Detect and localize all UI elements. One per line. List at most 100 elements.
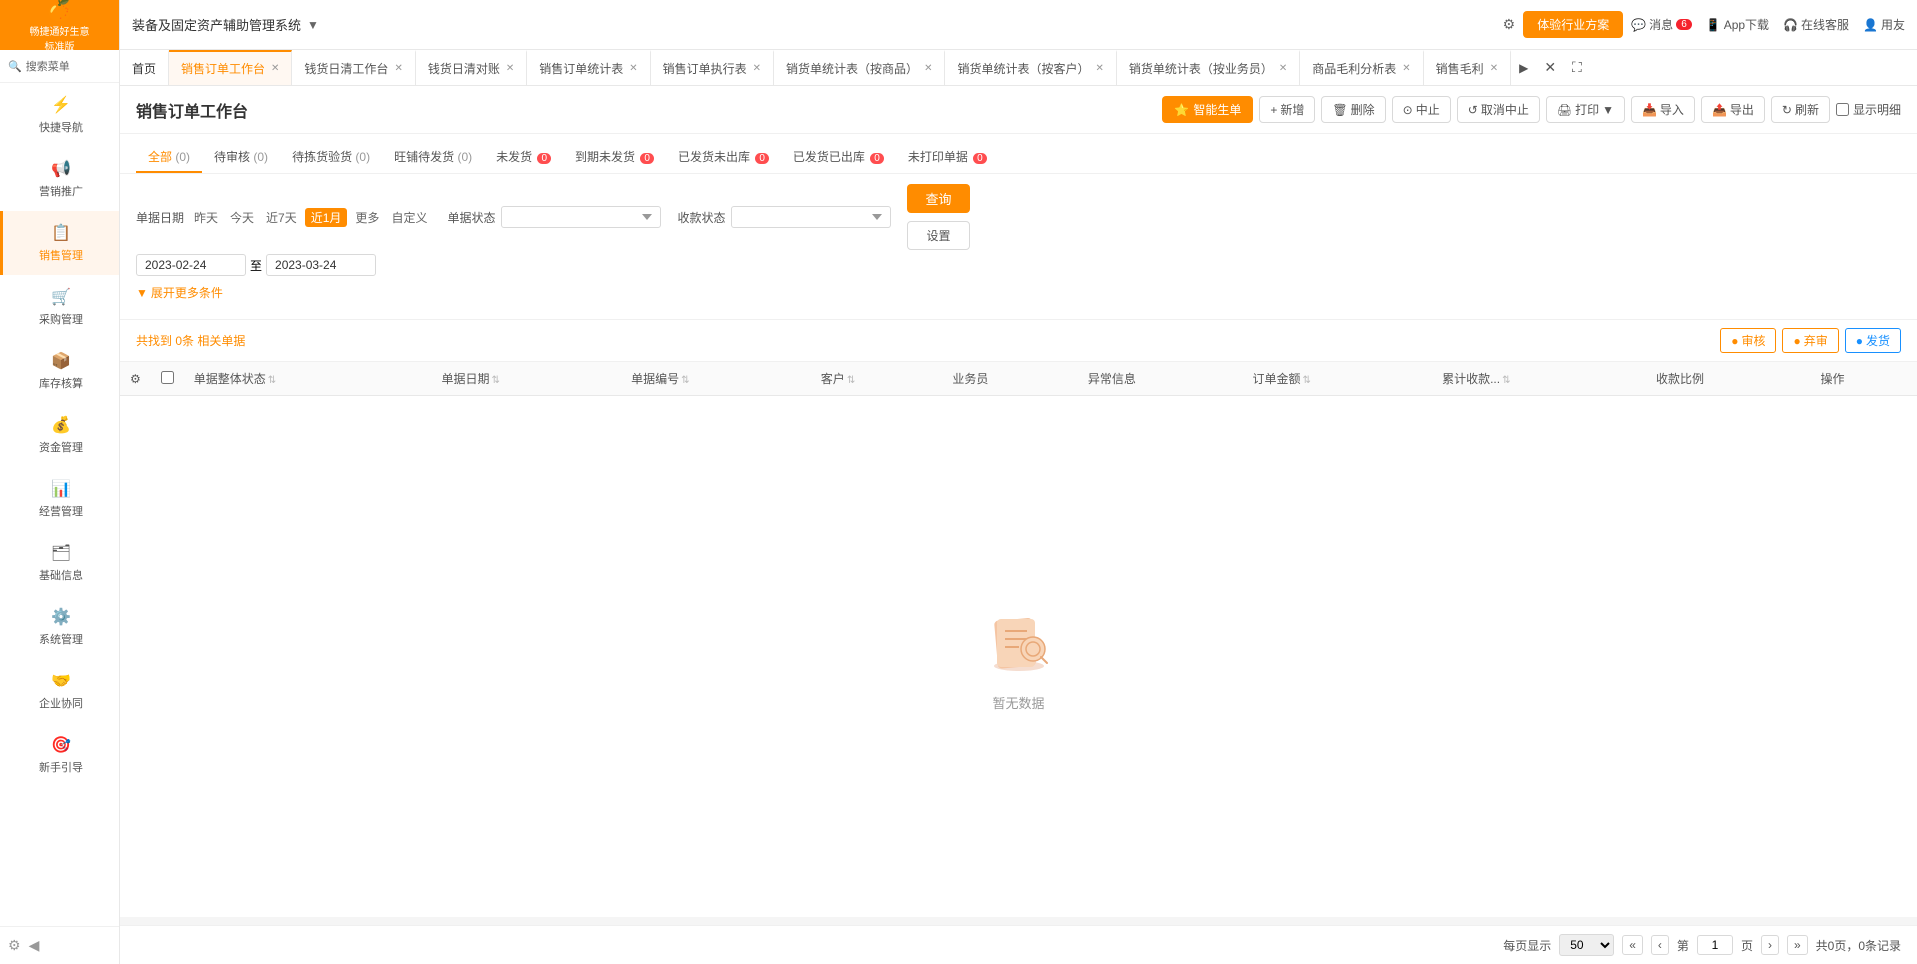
sidebar-item-system[interactable]: ⚙️ 系统管理 (0, 595, 119, 659)
gear-icon[interactable]: ⚙ (1503, 16, 1516, 33)
app-download-item[interactable]: 📱 App下载 (1706, 16, 1769, 33)
date-option-today[interactable]: 今天 (226, 207, 258, 228)
settings-icon[interactable]: ⚙ (8, 937, 21, 954)
import-button[interactable]: 📥 导入 (1631, 96, 1695, 123)
sidebar-item-finance[interactable]: 💰 资金管理 (0, 403, 119, 467)
date-option-yesterday[interactable]: 昨天 (190, 207, 222, 228)
sidebar-item-purchase[interactable]: 🛒 采购管理 (0, 275, 119, 339)
show-detail-checkbox[interactable] (1836, 103, 1849, 116)
expand-conditions-btn[interactable]: ▼ 展开更多条件 (136, 280, 1901, 305)
refresh-button[interactable]: ↻ 刷新 (1771, 96, 1830, 123)
sidebar-item-inventory[interactable]: 📦 库存核算 (0, 339, 119, 403)
add-button[interactable]: + 新增 (1259, 96, 1315, 123)
delete-button[interactable]: 🗑 删除 (1321, 96, 1385, 123)
filter-tab-pending-inspect[interactable]: 待拣货验货 (0) (280, 142, 382, 173)
tab-margin[interactable]: 商品毛利分析表 ✕ (1300, 50, 1423, 85)
last-page-button[interactable]: » (1787, 935, 1808, 955)
sort-customer-icon[interactable]: ⇅ (847, 375, 855, 386)
sort-amount-icon[interactable]: ⇅ (1302, 375, 1310, 386)
date-option-1month[interactable]: 近1月 (305, 208, 348, 227)
tab-sales-exec-close[interactable]: ✕ (753, 63, 761, 74)
status-select[interactable] (501, 206, 661, 228)
tab-summary-customer[interactable]: 销货单统计表（按客户） ✕ (945, 50, 1116, 85)
date-to-input[interactable] (266, 254, 376, 276)
tab-cash-daily[interactable]: 钱货日清工作台 ✕ (292, 50, 415, 85)
tab-sales-stats-close[interactable]: ✕ (629, 63, 637, 74)
tab-cash-reconcile-close[interactable]: ✕ (506, 63, 514, 74)
date-from-input[interactable] (136, 254, 246, 276)
review-button[interactable]: ● 审核 (1720, 328, 1776, 353)
prev-page-button[interactable]: ‹ (1651, 935, 1669, 955)
tab-revenue[interactable]: 销售毛利 ✕ (1424, 50, 1511, 85)
review-dot: ● (1731, 334, 1738, 348)
col-settings[interactable]: ⚙ (120, 362, 151, 396)
filter-tab-shipped-out[interactable]: 已发货已出库 0 (781, 142, 896, 173)
sidebar-item-marketing[interactable]: 📢 营销推广 (0, 147, 119, 211)
tab-sales-workbench[interactable]: 销售订单工作台 ✕ (169, 50, 292, 85)
per-page-select[interactable]: 50 10 20 100 (1559, 934, 1614, 956)
filter-tab-shipped-not-out[interactable]: 已发货未出库 0 (666, 142, 781, 173)
tab-margin-close[interactable]: ✕ (1402, 63, 1410, 74)
online-service-item[interactable]: 🎧 在线客服 (1783, 16, 1849, 33)
suspend-button[interactable]: ⊙ 中止 (1392, 96, 1451, 123)
sidebar-search[interactable]: 🔍 搜索菜单 (0, 50, 119, 83)
nav-tabs-expand[interactable]: ⛶ (1564, 50, 1590, 85)
cancel-review-button[interactable]: ● 弃审 (1782, 328, 1838, 353)
message-item[interactable]: 💬 消息 6 (1631, 16, 1692, 33)
sort-date-icon[interactable]: ⇅ (492, 375, 500, 386)
setting-button[interactable]: 设置 (907, 221, 969, 250)
tab-revenue-close[interactable]: ✕ (1490, 63, 1498, 74)
query-button[interactable]: 查询 (907, 184, 969, 213)
tab-sales-stats[interactable]: 销售订单统计表 ✕ (527, 50, 650, 85)
payment-select[interactable] (731, 206, 891, 228)
ship-button[interactable]: ● 发货 (1845, 328, 1901, 353)
collapse-icon[interactable]: ◀ (29, 937, 40, 954)
sidebar-item-operations[interactable]: 📊 经营管理 (0, 467, 119, 531)
next-page-button[interactable]: › (1761, 935, 1779, 955)
topbar-dropdown[interactable]: ▼ (307, 18, 319, 32)
sort-number-icon[interactable]: ⇅ (681, 375, 689, 386)
payment-field: 收款状态 (677, 206, 891, 228)
filter-tab-pending-review[interactable]: 待审核 (0) (202, 142, 280, 173)
filter-tab-all[interactable]: 全部 (0) (136, 142, 202, 173)
select-all-checkbox[interactable] (161, 371, 174, 384)
tab-cash-reconcile[interactable]: 钱货日清对账 ✕ (416, 50, 527, 85)
sidebar-item-quick-nav[interactable]: ⚡ 快捷导航 (0, 83, 119, 147)
ai-icon: ⭐ (1174, 103, 1189, 117)
col-checkbox[interactable] (151, 362, 184, 396)
tab-summary-staff-close[interactable]: ✕ (1279, 63, 1287, 74)
tab-summary-product[interactable]: 销货单统计表（按商品） ✕ (774, 50, 945, 85)
nav-tabs-more[interactable]: ▶ (1511, 50, 1536, 85)
scrollbar-area[interactable] (120, 917, 1917, 925)
sidebar-item-sales[interactable]: 📋 销售管理 (0, 211, 119, 275)
date-option-7days[interactable]: 近7天 (262, 207, 301, 228)
filter-tab-not-shipped[interactable]: 未发货 0 (484, 142, 563, 173)
sidebar-item-basic[interactable]: 🗂 基础信息 (0, 531, 119, 595)
ai-button[interactable]: ⭐ 智能生单 (1162, 96, 1253, 123)
tab-sales-exec[interactable]: 销售订单执行表 ✕ (651, 50, 774, 85)
tab-summary-product-label: 销货单统计表（按商品） (786, 60, 918, 77)
tab-summary-product-close[interactable]: ✕ (924, 63, 932, 74)
date-option-custom[interactable]: 自定义 (387, 207, 431, 228)
cancel-suspend-button[interactable]: ↺ 取消中止 (1457, 96, 1540, 123)
tab-home[interactable]: 首页 (120, 50, 169, 85)
export-button[interactable]: 📤 导出 (1701, 96, 1765, 123)
sidebar-item-cooperation[interactable]: 🤝 企业协同 (0, 659, 119, 723)
solution-button[interactable]: 体验行业方案 (1523, 11, 1623, 38)
date-option-more[interactable]: 更多 (351, 207, 383, 228)
sidebar-item-guide[interactable]: 🎯 新手引导 (0, 723, 119, 787)
nav-tabs-close-all[interactable]: ✕ (1536, 50, 1564, 85)
print-button[interactable]: 🖨 打印 ▼ (1546, 96, 1625, 123)
tab-sales-workbench-close[interactable]: ✕ (271, 63, 279, 74)
sort-status-icon[interactable]: ⇅ (268, 375, 276, 386)
sort-collected-icon[interactable]: ⇅ (1502, 375, 1510, 386)
tab-summary-staff[interactable]: 销货单统计表（按业务员） ✕ (1117, 50, 1300, 85)
filter-tab-expired[interactable]: 到期未发货 0 (563, 142, 666, 173)
page-input[interactable] (1697, 935, 1733, 955)
first-page-button[interactable]: « (1622, 935, 1643, 955)
tab-summary-customer-close[interactable]: ✕ (1095, 63, 1103, 74)
filter-tab-wangpu[interactable]: 旺铺待发货 (0) (382, 142, 484, 173)
user-item[interactable]: 👤 用友 (1863, 16, 1905, 33)
filter-tab-not-printed[interactable]: 未打印单据 0 (896, 142, 999, 173)
tab-cash-daily-close[interactable]: ✕ (394, 63, 402, 74)
